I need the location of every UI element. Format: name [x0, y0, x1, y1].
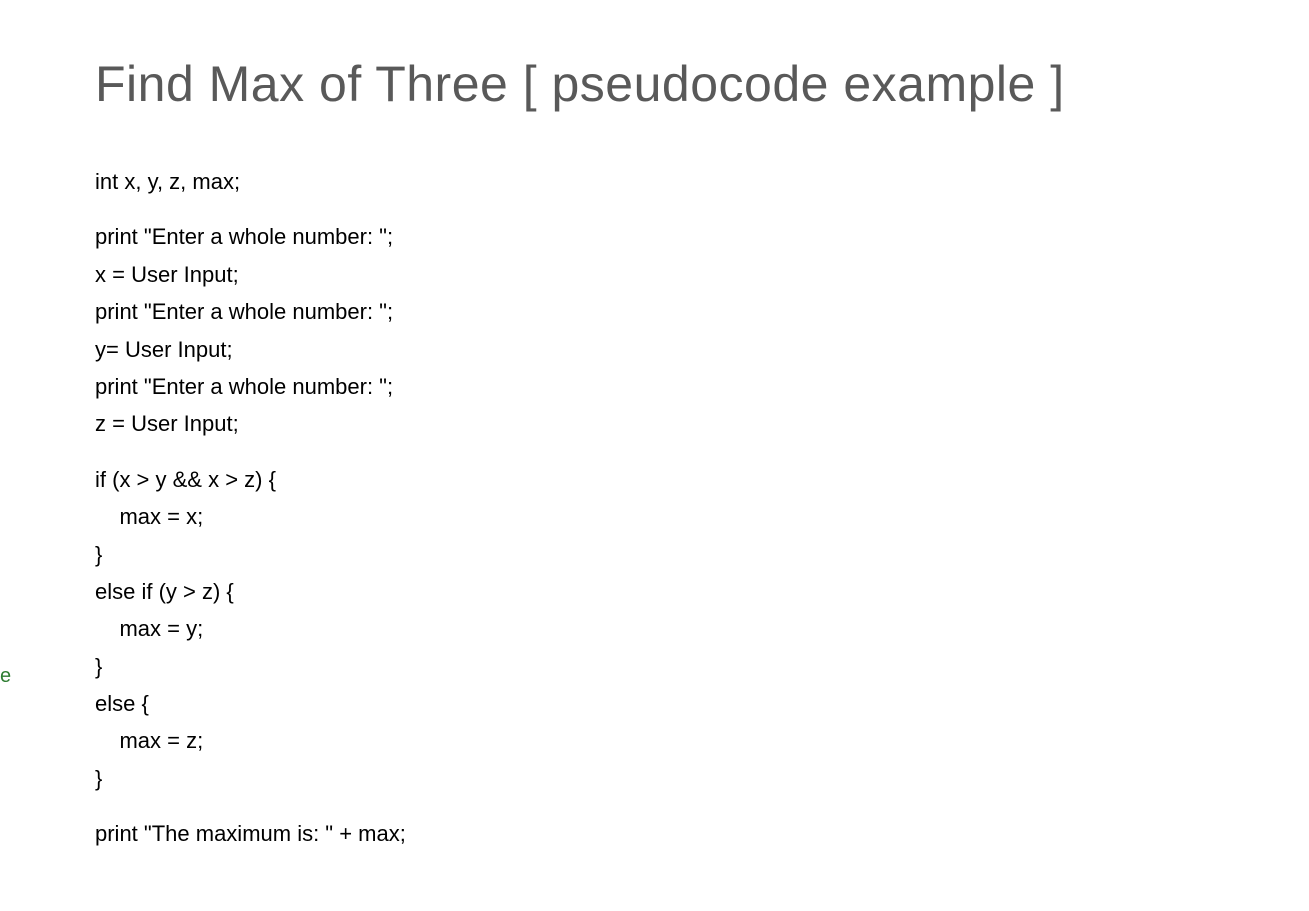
code-line: x = User Input; — [95, 256, 1214, 293]
code-line: z = User Input; — [95, 405, 1214, 442]
declaration-group: int x, y, z, max; — [95, 163, 1214, 200]
code-line: } — [95, 648, 1214, 685]
code-line: } — [95, 536, 1214, 573]
code-line: if (x > y && x > z) { — [95, 461, 1214, 498]
code-line: print "Enter a whole number: "; — [95, 293, 1214, 330]
output-group: print "The maximum is: " + max; — [95, 815, 1214, 852]
code-line: max = z; — [95, 722, 1214, 759]
code-line: max = x; — [95, 498, 1214, 535]
slide-content: Find Max of Three [ pseudocode example ]… — [0, 0, 1309, 911]
code-line: print "Enter a whole number: "; — [95, 218, 1214, 255]
code-line: else { — [95, 685, 1214, 722]
left-edge-marker: e — [0, 665, 11, 688]
input-group: print "Enter a whole number: "; x = User… — [95, 218, 1214, 442]
code-line: print "The maximum is: " + max; — [95, 815, 1214, 852]
slide-title: Find Max of Three [ pseudocode example ] — [95, 55, 1214, 113]
code-line: } — [95, 760, 1214, 797]
conditional-group: if (x > y && x > z) { max = x; } else if… — [95, 461, 1214, 798]
code-line: else if (y > z) { — [95, 573, 1214, 610]
code-line: max = y; — [95, 610, 1214, 647]
pseudocode-block: int x, y, z, max; print "Enter a whole n… — [95, 163, 1214, 853]
code-line: int x, y, z, max; — [95, 163, 1214, 200]
code-line: y= User Input; — [95, 331, 1214, 368]
code-line: print "Enter a whole number: "; — [95, 368, 1214, 405]
